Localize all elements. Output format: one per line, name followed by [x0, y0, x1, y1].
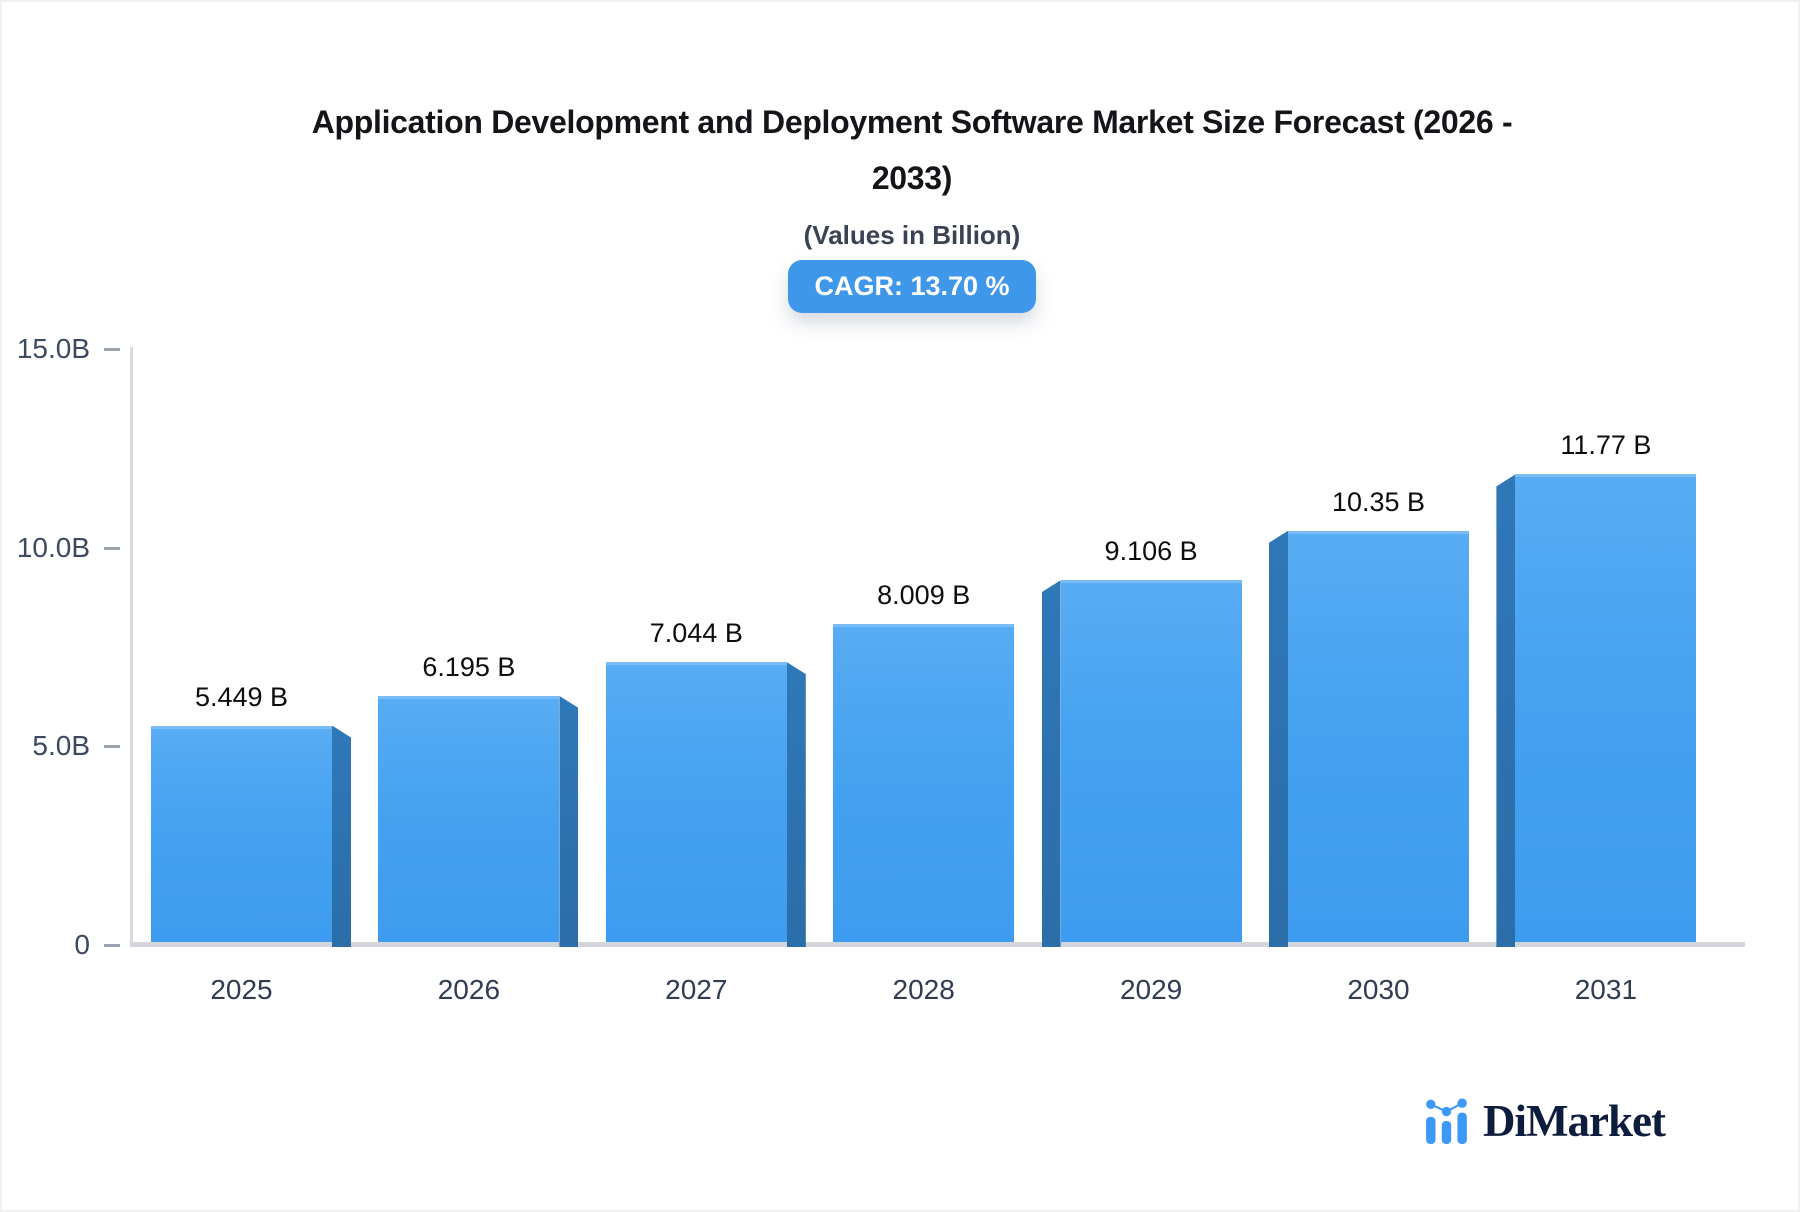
dimarket-bars-icon	[1424, 1098, 1470, 1144]
chart-title-line1: Application Development and Deployment S…	[312, 104, 1513, 140]
bar-2025[interactable]	[151, 726, 332, 942]
chart-title-line2: 2033)	[872, 160, 952, 196]
bar-value-label: 5.449 B	[132, 682, 352, 713]
y-axis-label: 0	[2, 930, 90, 960]
bar-2028[interactable]	[833, 624, 1014, 942]
bar-2029[interactable]	[1061, 580, 1242, 942]
bar-value-label: 8.009 B	[814, 580, 1034, 611]
bar-3d-side	[1042, 580, 1061, 947]
bar-3d-side	[332, 726, 351, 947]
y-axis-tick	[104, 547, 120, 550]
bar-2031[interactable]	[1515, 474, 1696, 942]
y-axis-tick	[104, 944, 120, 947]
cagr-badge: CAGR: 13.70 %	[788, 260, 1035, 313]
bar-2030[interactable]	[1288, 531, 1469, 942]
y-axis-line	[130, 347, 133, 947]
bar-3d-side	[559, 696, 578, 947]
bar-value-label: 10.35 B	[1269, 487, 1489, 518]
bar-3d-side	[1496, 474, 1515, 947]
chart-header: Application Development and Deployment S…	[26, 94, 1798, 313]
y-axis-label: 15.0B	[2, 334, 90, 364]
chart-title: Application Development and Deployment S…	[26, 94, 1798, 206]
bar-3d-side	[787, 662, 806, 947]
x-axis-label: 2026	[359, 974, 579, 1006]
bar-2026[interactable]	[378, 696, 559, 942]
x-axis-label: 2030	[1269, 974, 1489, 1006]
bar-value-label: 6.195 B	[359, 652, 579, 683]
chart-subtitle: (Values in Billion)	[26, 220, 1798, 251]
y-axis-tick	[104, 745, 120, 748]
x-axis-label: 2025	[132, 974, 352, 1006]
brand-name: DiMarket	[1483, 1098, 1665, 1144]
y-axis-label: 5.0B	[2, 731, 90, 761]
y-axis-label: 10.0B	[2, 533, 90, 563]
bar-value-label: 11.77 B	[1496, 430, 1716, 461]
bar-3d-side	[1269, 531, 1288, 947]
bar-value-label: 9.106 B	[1041, 536, 1261, 567]
bar-value-label: 7.044 B	[586, 618, 806, 649]
x-axis-label: 2031	[1496, 974, 1716, 1006]
bar-2027[interactable]	[606, 662, 787, 942]
brand-logo[interactable]: DiMarket	[1424, 1098, 1665, 1144]
x-axis-label: 2028	[814, 974, 1034, 1006]
x-axis-label: 2029	[1041, 974, 1261, 1006]
y-axis-tick	[104, 348, 120, 351]
x-axis-label: 2027	[586, 974, 806, 1006]
chart-page: Application Development and Deployment S…	[0, 0, 1800, 1212]
